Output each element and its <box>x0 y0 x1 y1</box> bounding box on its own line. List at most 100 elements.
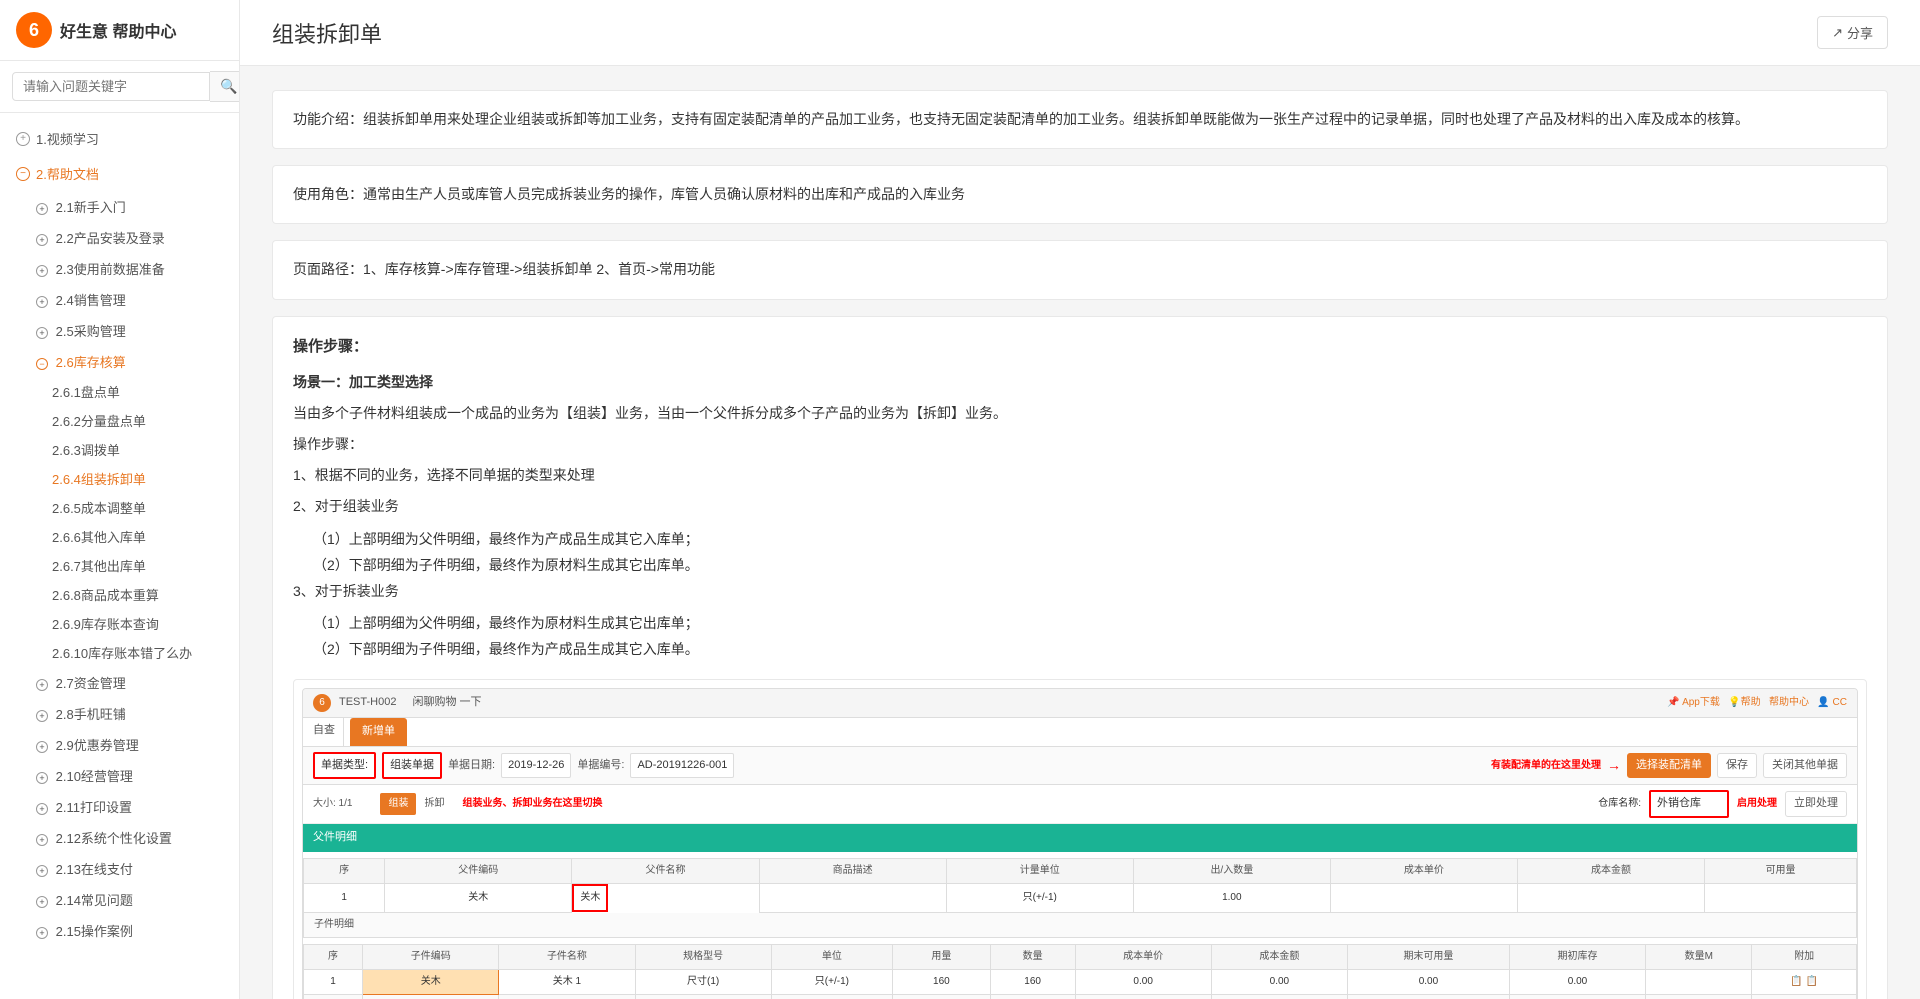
mock-cell: 📋 📋 <box>1752 994 1857 999</box>
sidebar-item-purchase[interactable]: + 2.5采购管理 <box>36 315 239 346</box>
sidebar-item-ledger-error[interactable]: 2.6.10库存账本错了么办 <box>52 638 239 667</box>
sidebar-item-payment[interactable]: + 2.13在线支付 <box>36 853 239 884</box>
page-header: 组装拆卸单 ↗ 分享 <box>240 0 1920 66</box>
step3: 3、对于拆装业务 <box>293 579 1867 604</box>
share-button[interactable]: ↗ 分享 <box>1817 16 1888 49</box>
mock-warehouse-val: 外销仓库 <box>1649 790 1729 818</box>
mock-size-label: 大小: 1/1 <box>313 795 352 813</box>
sidebar-item-docs[interactable]: − 2.帮助文档 + 2.1新手入门 + 2.2产品安装及登录 + 2.3使用前… <box>0 156 239 946</box>
sidebar-item-ledger-query[interactable]: 2.6.9库存账本查询 <box>52 609 239 638</box>
mock-cell <box>1705 884 1857 913</box>
mock-subform: 大小: 1/1 组装 拆卸 组装业务、拆卸业务在这里切换 仓库名称: 外销仓库 … <box>303 785 1857 824</box>
mock-btn-confirm: 立即处理 <box>1785 791 1847 817</box>
ops-title: 操作步骤： <box>293 432 1867 457</box>
sidebar-item-assemble[interactable]: 2.6.4组装拆卸单 <box>52 464 239 493</box>
share-icon: ↗ <box>1832 25 1843 41</box>
sidebar-item-docs-header[interactable]: − 2.帮助文档 <box>0 156 239 191</box>
sidebar-item-cost-adj[interactable]: 2.6.5成本调整单 <box>52 493 239 522</box>
mock-icons: 📌 App下载 💡帮助 帮助中心 👤 CC <box>1667 694 1847 712</box>
sidebar: 6 好生意 帮助中心 🔍 + 1.视频学习 − 2.帮助文档 + 2.1新手入门 <box>0 0 240 999</box>
expand-icon-install: + <box>36 234 48 246</box>
expand-icon-mgmt: + <box>36 772 48 784</box>
nav-sub-sub-inventory: 2.6.1盘点单 2.6.2分量盘点单 2.6.3调拨单 2.6.4组装拆卸单 … <box>36 377 239 667</box>
sidebar-item-cost-recalc[interactable]: 2.6.8商品成本重算 <box>52 580 239 609</box>
sidebar-item-inventory[interactable]: − 2.6库存核算 <box>36 346 239 377</box>
mock-cell: 尺寸(1) <box>635 969 771 994</box>
mock-date-val: 2019-12-26 <box>501 753 571 779</box>
mock-assembly-type: 组装 <box>380 793 416 815</box>
sidebar-item-transfer[interactable]: 2.6.3调拨单 <box>52 435 239 464</box>
mock-th-avail: 可用量 <box>1705 859 1857 884</box>
sidebar-item-split-stocktake[interactable]: 2.6.2分量盘点单 <box>52 406 239 435</box>
sidebar-item-install[interactable]: + 2.2产品安装及登录 <box>36 222 239 253</box>
sidebar-item-sales[interactable]: + 2.4销售管理 <box>36 284 239 315</box>
sidebar-item-cases[interactable]: + 2.15操作案例 <box>36 915 239 946</box>
intro-text: 功能介绍：组装拆卸单用来处理企业组装或拆卸等加工业务，支持有固定装配清单的产品加… <box>293 111 1749 127</box>
search-box: 🔍 <box>0 61 239 113</box>
sidebar-item-other-in[interactable]: 2.6.6其他入库单 <box>52 522 239 551</box>
mock-cell <box>1517 884 1704 913</box>
expand-icon-newbie: + <box>36 203 48 215</box>
share-label: 分享 <box>1847 23 1873 42</box>
role-box: 使用角色：通常由生产人员或库管人员完成拆装业务的操作，库管人员确认原材料的出库和… <box>272 165 1888 224</box>
step2-sub1: （1）上部明细为父件明细，最终作为产成品生成其它入库单； <box>293 526 1867 553</box>
sidebar-item-print[interactable]: + 2.11打印设置 <box>36 791 239 822</box>
search-button[interactable]: 🔍 <box>210 71 240 102</box>
mock-cell: 📋 📋 <box>1752 969 1857 994</box>
mock-logo: 6 <box>313 694 331 712</box>
sidebar-item-newbie[interactable]: + 2.1新手入门 <box>36 191 239 222</box>
mock-cell: 1.00 <box>1133 884 1330 913</box>
mock-cell: 160 <box>893 969 991 994</box>
mock-cell: 50.00 <box>771 994 892 999</box>
step2: 2、对于组装业务 <box>293 494 1867 519</box>
expand-icon-faq: + <box>36 896 48 908</box>
mock-cell: 0.00 <box>990 994 1075 999</box>
expand-icon: + <box>16 132 30 146</box>
sidebar-item-video[interactable]: + 1.视频学习 <box>0 121 239 156</box>
mock-cth-cprice: 成本单价 <box>1075 944 1211 969</box>
mock-btn-select: 选择装配清单 <box>1627 753 1711 779</box>
mock-no-val: AD-20191226-001 <box>630 753 734 779</box>
sidebar-item-video-header[interactable]: + 1.视频学习 <box>0 121 239 156</box>
mock-cell: 1 <box>304 884 385 913</box>
mock-cth-add: 附加 <box>1752 944 1857 969</box>
mock-screenshot: 6 TEST-H002 闲聊购物 一下 📌 App下载 💡帮助 帮助中心 👤 C… <box>302 688 1858 999</box>
mock-th-pname: 父件名称 <box>572 859 759 884</box>
mock-annotation2: 组装业务、拆卸业务在这里切换 <box>462 795 602 813</box>
mock-cth-qty: 数量 <box>990 944 1075 969</box>
mock-disassembly: 拆卸 <box>424 795 444 813</box>
mock-nav-home: 自查 <box>313 718 344 746</box>
mock-cell: 2 <box>304 994 363 999</box>
mock-cell: 尺寸(1) <box>499 994 635 999</box>
expand-icon-cases: + <box>36 927 48 939</box>
sidebar-item-stocktake[interactable]: 2.6.1盘点单 <box>52 377 239 406</box>
mock-parent-header: 父件明细 <box>303 824 1857 852</box>
steps-title: 操作步骤： <box>293 333 1867 360</box>
sidebar-item-data-prep[interactable]: + 2.3使用前数据准备 <box>36 253 239 284</box>
sidebar-item-settings[interactable]: + 2.12系统个性化设置 <box>36 822 239 853</box>
mock-child-row1: 1 关木 关木 1 尺寸(1) 只(+/-1) 160 160 0.00 0.0… <box>304 969 1857 994</box>
sidebar-item-other-out[interactable]: 2.6.7其他出库单 <box>52 551 239 580</box>
search-input[interactable] <box>12 72 210 101</box>
mock-cell: 0.00 <box>1075 969 1211 994</box>
expand-icon-payment: + <box>36 865 48 877</box>
sidebar-item-faq[interactable]: + 2.14常见问题 <box>36 884 239 915</box>
mock-th-pcode: 父件编码 <box>385 859 572 884</box>
sidebar-item-management[interactable]: + 2.10经营管理 <box>36 760 239 791</box>
mock-no-label: 单据编号: <box>577 756 624 776</box>
mock-th-seq: 序 <box>304 859 385 884</box>
mock-cell <box>1646 994 1752 999</box>
mock-cell: 50.00 <box>893 994 991 999</box>
mock-cell: 关木 <box>385 884 572 913</box>
intro-box: 功能介绍：组装拆卸单用来处理企业组装或拆卸等加工业务，支持有固定装配清单的产品加… <box>272 90 1888 149</box>
mock-cell: 0.00 <box>1075 994 1211 999</box>
sidebar-item-mobile[interactable]: + 2.8手机旺铺 <box>36 698 239 729</box>
sidebar-item-coupon[interactable]: + 2.9优惠券管理 <box>36 729 239 760</box>
step3-sub1: （1）上部明细为父件明细，最终作为原材料生成其它出库单； <box>293 610 1867 637</box>
mock-cth-spec: 规格型号 <box>635 944 771 969</box>
content-area: 功能介绍：组装拆卸单用来处理企业组装或拆卸等加工业务，支持有固定装配清单的产品加… <box>240 66 1920 999</box>
logo-icon: 6 <box>16 12 52 48</box>
mock-cell: 0.00 <box>1211 994 1347 999</box>
mock-nav-tabs: 自查 新增单 <box>303 718 1857 747</box>
sidebar-item-finance[interactable]: + 2.7资金管理 <box>36 667 239 698</box>
